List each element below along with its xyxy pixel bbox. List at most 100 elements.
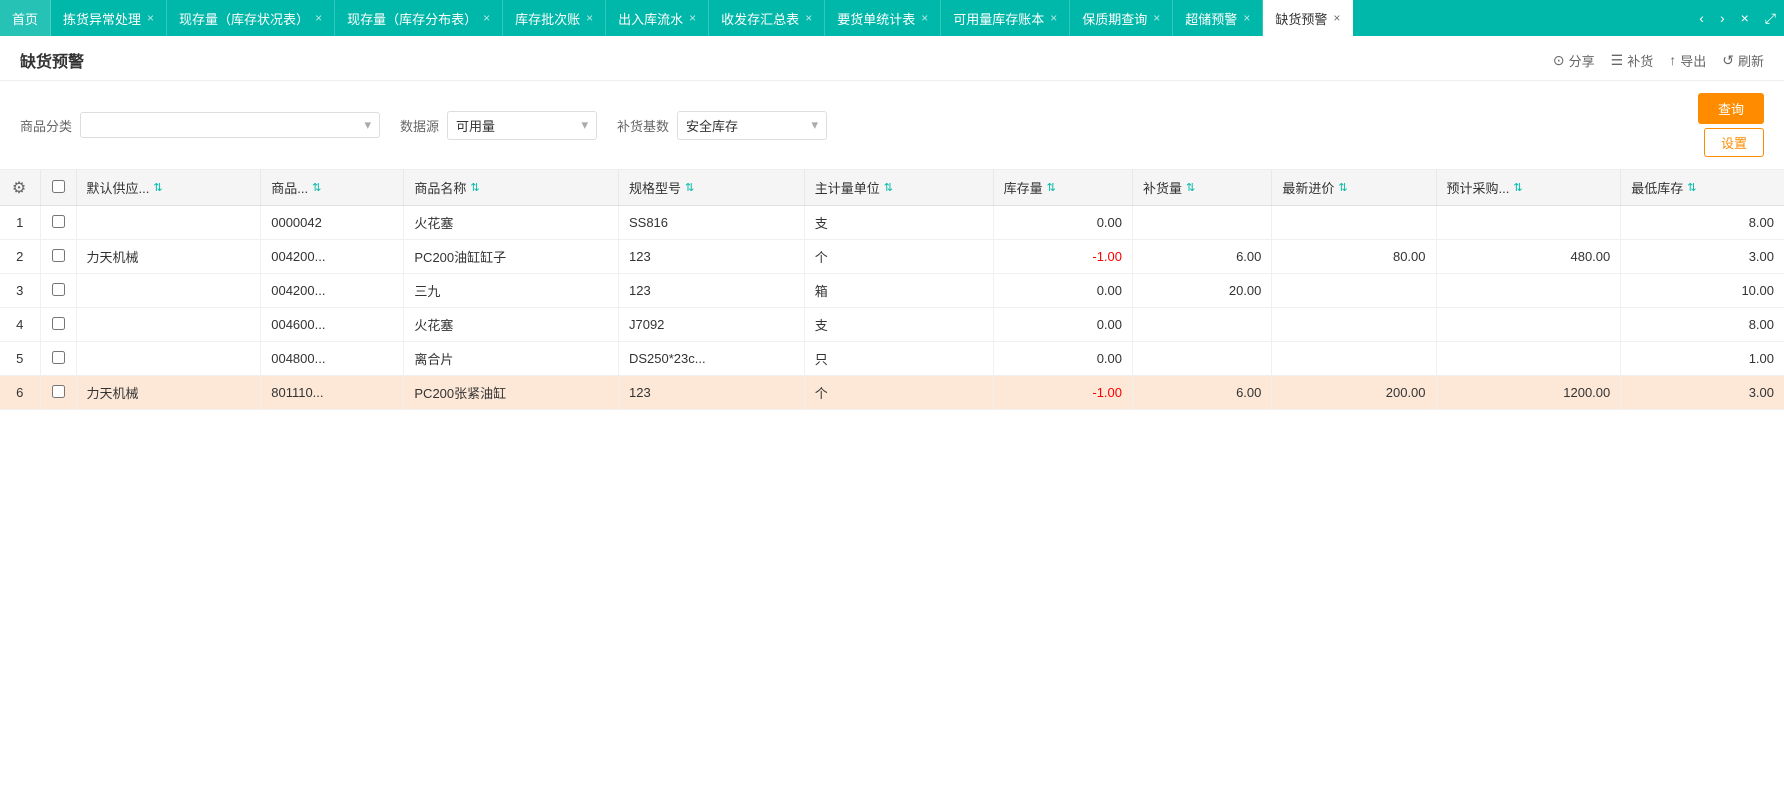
cell-supplier-2: 力天机械 [76, 240, 261, 274]
sort-min-stock-icon: ⇅ [1687, 181, 1696, 194]
tab-nav-next[interactable]: › [1712, 0, 1733, 36]
tab-close-picking[interactable]: × [147, 11, 154, 25]
sort-replenish-qty[interactable]: 补货量 ⇅ [1143, 178, 1261, 197]
cell-spec-5: DS250*23c... [618, 342, 804, 376]
share-button[interactable]: ⊙ 分享 [1553, 51, 1595, 70]
cell-unit-3: 箱 [804, 274, 993, 308]
row-num-2: 2 [0, 240, 40, 274]
sort-latest-price[interactable]: 最新进价 ⇅ [1282, 178, 1425, 197]
tab-close-inventory-status[interactable]: × [315, 11, 322, 25]
row-checkbox-1[interactable] [52, 215, 65, 228]
tab-nav-close-all[interactable]: × [1733, 0, 1757, 36]
replenish-select-value: 安全库存 [686, 116, 811, 135]
row-checkbox-6[interactable] [52, 385, 65, 398]
sort-estimated[interactable]: 预计采购... ⇅ [1447, 178, 1611, 197]
tab-shortage[interactable]: 缺货预警 × [1263, 0, 1353, 36]
th-spec: 规格型号 ⇅ [618, 170, 804, 206]
replenish-icon: ☰ [1611, 52, 1624, 69]
tab-close-requisition[interactable]: × [921, 11, 928, 25]
table-row: 6 力天机械 801110... PC200张紧油缸 123 个 -1.00 6… [0, 376, 1784, 410]
tab-close-overstock[interactable]: × [1243, 11, 1250, 25]
settings-gear-icon[interactable]: ⚙ [10, 179, 28, 197]
sort-unit[interactable]: 主计量单位 ⇅ [815, 178, 983, 197]
sort-unit-icon: ⇅ [884, 181, 893, 194]
sort-estimated-icon: ⇅ [1513, 181, 1522, 194]
th-code: 商品... ⇅ [261, 170, 404, 206]
cell-unit-5: 只 [804, 342, 993, 376]
settings-button[interactable]: 设置 [1704, 128, 1764, 157]
tab-nav-controls: ‹ › × ⤢ [1691, 0, 1784, 36]
export-icon: ↑ [1669, 52, 1676, 68]
tab-close-shortage[interactable]: × [1333, 11, 1340, 25]
replenish-button[interactable]: ☰ 补货 [1611, 51, 1654, 70]
cell-latest-price-4 [1272, 308, 1436, 342]
table-row: 4 004600... 火花塞 J7092 支 0.00 8.00 [0, 308, 1784, 342]
sort-replenish-qty-icon: ⇅ [1186, 181, 1195, 194]
data-table: ⚙ 默认供应... ⇅ 商品... ⇅ [0, 170, 1784, 410]
cell-min-stock-1: 8.00 [1621, 206, 1784, 240]
row-checkbox-5[interactable] [52, 351, 65, 364]
row-checkbox-cell-4 [40, 308, 76, 342]
cell-code-4: 004600... [261, 308, 404, 342]
cell-estimated-2: 480.00 [1436, 240, 1621, 274]
sort-stock[interactable]: 库存量 ⇅ [1004, 178, 1122, 197]
filter-actions: 查询 设置 [1698, 93, 1764, 157]
cell-spec-3: 123 [618, 274, 804, 308]
sort-supplier[interactable]: 默认供应... ⇅ [87, 178, 251, 197]
tab-inventory-dist[interactable]: 现存量（库存分布表） × [335, 0, 503, 36]
cell-min-stock-5: 1.00 [1621, 342, 1784, 376]
tab-nav-prev[interactable]: ‹ [1691, 0, 1712, 36]
replenish-select[interactable]: 安全库存 ▾ [677, 111, 827, 140]
tab-summary[interactable]: 收发存汇总表 × [709, 0, 825, 36]
row-checkbox-cell-1 [40, 206, 76, 240]
tab-available[interactable]: 可用量库存账本 × [941, 0, 1070, 36]
category-select[interactable]: ▾ [80, 112, 380, 138]
query-button[interactable]: 查询 [1698, 93, 1764, 124]
tab-requisition[interactable]: 要货单统计表 × [825, 0, 941, 36]
cell-unit-2: 个 [804, 240, 993, 274]
tab-close-expiry[interactable]: × [1153, 11, 1160, 25]
row-checkbox-2[interactable] [52, 249, 65, 262]
tab-flow[interactable]: 出入库流水 × [606, 0, 709, 36]
filter-category-group: 商品分类 ▾ [20, 112, 380, 138]
tab-inventory-status[interactable]: 现存量（库存状况表） × [167, 0, 335, 36]
tab-bar: 首页 拣货异常处理 × 现存量（库存状况表） × 现存量（库存分布表） × 库存… [0, 0, 1784, 36]
tab-close-batch[interactable]: × [586, 11, 593, 25]
tab-expiry[interactable]: 保质期查询 × [1070, 0, 1173, 36]
tab-overstock[interactable]: 超储预警 × [1173, 0, 1263, 36]
select-all-checkbox[interactable] [52, 180, 65, 193]
tab-batch[interactable]: 库存批次账 × [503, 0, 606, 36]
refresh-icon: ↺ [1722, 52, 1734, 69]
cell-spec-1: SS816 [618, 206, 804, 240]
export-button[interactable]: ↑ 导出 [1669, 51, 1706, 70]
datasource-select[interactable]: 可用量 ▾ [447, 111, 597, 140]
row-checkbox-3[interactable] [52, 283, 65, 296]
tab-close-flow[interactable]: × [689, 11, 696, 25]
tab-close-inventory-dist[interactable]: × [483, 11, 490, 25]
sort-min-stock[interactable]: 最低库存 ⇅ [1631, 178, 1774, 197]
cell-replenish-qty-1 [1133, 206, 1272, 240]
table-container: ⚙ 默认供应... ⇅ 商品... ⇅ [0, 170, 1784, 410]
tab-close-summary[interactable]: × [805, 11, 812, 25]
tab-home[interactable]: 首页 [0, 0, 51, 36]
tab-nav-fullscreen[interactable]: ⤢ [1757, 0, 1784, 36]
replenish-chevron-icon: ▾ [812, 117, 819, 133]
refresh-button[interactable]: ↺ 刷新 [1722, 51, 1764, 70]
row-checkbox-4[interactable] [52, 317, 65, 330]
share-icon: ⊙ [1553, 52, 1565, 69]
cell-spec-6: 123 [618, 376, 804, 410]
cell-replenish-qty-4 [1133, 308, 1272, 342]
sort-name[interactable]: 商品名称 ⇅ [414, 178, 608, 197]
table-header-row: ⚙ 默认供应... ⇅ 商品... ⇅ [0, 170, 1784, 206]
sort-spec[interactable]: 规格型号 ⇅ [629, 178, 794, 197]
filter-datasource-group: 数据源 可用量 ▾ [400, 111, 597, 140]
tab-close-available[interactable]: × [1050, 11, 1057, 25]
cell-replenish-qty-6: 6.00 [1133, 376, 1272, 410]
row-num-4: 4 [0, 308, 40, 342]
replenish-label: 补货基数 [617, 116, 669, 135]
cell-min-stock-6: 3.00 [1621, 376, 1784, 410]
sort-code[interactable]: 商品... ⇅ [271, 178, 393, 197]
tab-picking[interactable]: 拣货异常处理 × [51, 0, 167, 36]
th-stock: 库存量 ⇅ [993, 170, 1132, 206]
cell-supplier-3 [76, 274, 261, 308]
